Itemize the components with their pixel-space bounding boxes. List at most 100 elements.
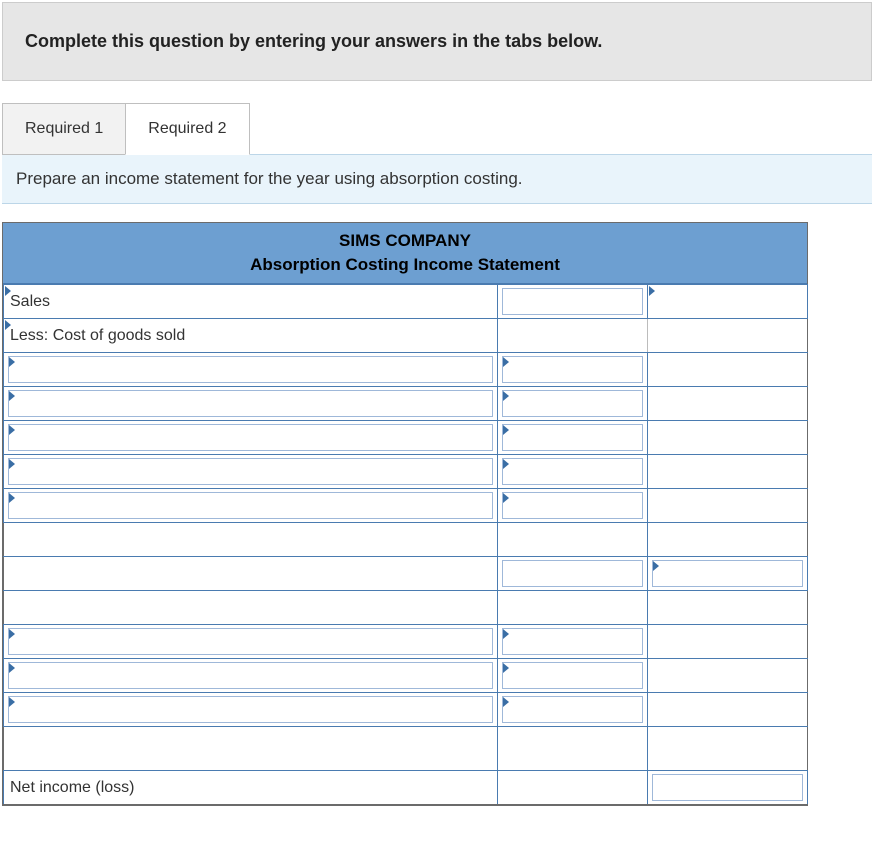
item-amount[interactable] (498, 387, 648, 421)
empty-cell (648, 625, 808, 659)
statement-title: Absorption Costing Income Statement (3, 253, 807, 283)
row-spacer-1 (4, 523, 808, 557)
item-dropdown[interactable] (4, 693, 498, 727)
row-item-1 (4, 353, 808, 387)
item-dropdown[interactable] (4, 489, 498, 523)
item-amount[interactable] (498, 421, 648, 455)
input-box[interactable] (502, 390, 643, 417)
tab-label: Required 1 (25, 120, 103, 137)
empty-cell (648, 421, 808, 455)
item-amount[interactable] (498, 693, 648, 727)
row-less-cogs: Less: Cost of goods sold (4, 319, 808, 353)
row-item-7 (4, 659, 808, 693)
input-box[interactable] (502, 288, 643, 315)
label-text: Sales (10, 293, 50, 310)
item-dropdown[interactable] (4, 659, 498, 693)
empty-cell (648, 727, 808, 771)
row-spacer-3 (4, 727, 808, 771)
instruction-text: Complete this question by entering your … (25, 31, 602, 51)
empty-cell (498, 771, 648, 805)
dropdown-icon (649, 286, 655, 296)
row-item-5 (4, 489, 808, 523)
row-item-6 (4, 625, 808, 659)
worksheet-table: Sales Less: Cost of goods sold (3, 284, 808, 805)
tab-required-2[interactable]: Required 2 (125, 103, 249, 155)
dropdown-field[interactable] (8, 424, 493, 451)
row-item-3 (4, 421, 808, 455)
item-dropdown[interactable] (4, 421, 498, 455)
empty-cell (648, 319, 808, 353)
label-sales: Sales (4, 285, 498, 319)
sales-amount-mid[interactable] (498, 285, 648, 319)
dropdown-field[interactable] (8, 662, 493, 689)
empty-cell (4, 591, 498, 625)
empty-cell (498, 523, 648, 557)
input-box[interactable] (502, 492, 643, 519)
dropdown-icon (5, 320, 11, 330)
label-text: Less: Cost of goods sold (10, 327, 185, 344)
input-box[interactable] (502, 356, 643, 383)
input-box[interactable] (502, 696, 643, 723)
worksheet-header: SIMS COMPANY Absorption Costing Income S… (3, 223, 807, 284)
sales-amount-right[interactable] (648, 285, 808, 319)
item-dropdown[interactable] (4, 387, 498, 421)
input-box[interactable] (652, 774, 803, 801)
input-box[interactable] (502, 424, 643, 451)
item-amount[interactable] (498, 455, 648, 489)
item-dropdown[interactable] (4, 455, 498, 489)
dropdown-field[interactable] (8, 628, 493, 655)
subtotal-mid[interactable] (498, 557, 648, 591)
tabs-container: Required 1 Required 2 (2, 103, 874, 155)
prompt-text: Prepare an income statement for the year… (16, 169, 523, 188)
empty-cell (498, 591, 648, 625)
label-net-income: Net income (loss) (4, 771, 498, 805)
row-subtotal-1 (4, 557, 808, 591)
tab-label: Required 2 (148, 120, 226, 137)
row-net-income: Net income (loss) (4, 771, 808, 805)
label-less-cogs: Less: Cost of goods sold (4, 319, 498, 353)
empty-cell (648, 591, 808, 625)
company-name: SIMS COMPANY (3, 223, 807, 253)
input-box[interactable] (502, 560, 643, 587)
row-spacer-2 (4, 591, 808, 625)
empty-cell (4, 557, 498, 591)
dropdown-field[interactable] (8, 696, 493, 723)
empty-cell (4, 523, 498, 557)
instruction-bar: Complete this question by entering your … (2, 2, 872, 81)
item-amount[interactable] (498, 625, 648, 659)
input-box[interactable] (502, 662, 643, 689)
empty-cell (648, 523, 808, 557)
empty-cell (648, 489, 808, 523)
subtotal-right[interactable] (648, 557, 808, 591)
empty-cell (4, 727, 498, 771)
empty-cell (498, 727, 648, 771)
tab-required-1[interactable]: Required 1 (2, 103, 125, 155)
empty-cell (648, 693, 808, 727)
empty-cell (498, 319, 648, 353)
row-item-8 (4, 693, 808, 727)
input-box[interactable] (652, 560, 803, 587)
item-dropdown[interactable] (4, 625, 498, 659)
empty-cell (648, 659, 808, 693)
input-box[interactable] (502, 628, 643, 655)
empty-cell (648, 455, 808, 489)
empty-cell (648, 353, 808, 387)
dropdown-field[interactable] (8, 492, 493, 519)
dropdown-field[interactable] (8, 390, 493, 417)
prompt-bar: Prepare an income statement for the year… (2, 154, 872, 204)
dropdown-field[interactable] (8, 356, 493, 383)
empty-cell (648, 387, 808, 421)
net-income-amount[interactable] (648, 771, 808, 805)
row-item-2 (4, 387, 808, 421)
item-amount[interactable] (498, 489, 648, 523)
worksheet: SIMS COMPANY Absorption Costing Income S… (2, 222, 808, 806)
item-amount[interactable] (498, 659, 648, 693)
row-sales: Sales (4, 285, 808, 319)
dropdown-icon (5, 286, 11, 296)
input-box[interactable] (502, 458, 643, 485)
label-text: Net income (loss) (10, 779, 134, 796)
row-item-4 (4, 455, 808, 489)
item-dropdown[interactable] (4, 353, 498, 387)
dropdown-field[interactable] (8, 458, 493, 485)
item-amount[interactable] (498, 353, 648, 387)
